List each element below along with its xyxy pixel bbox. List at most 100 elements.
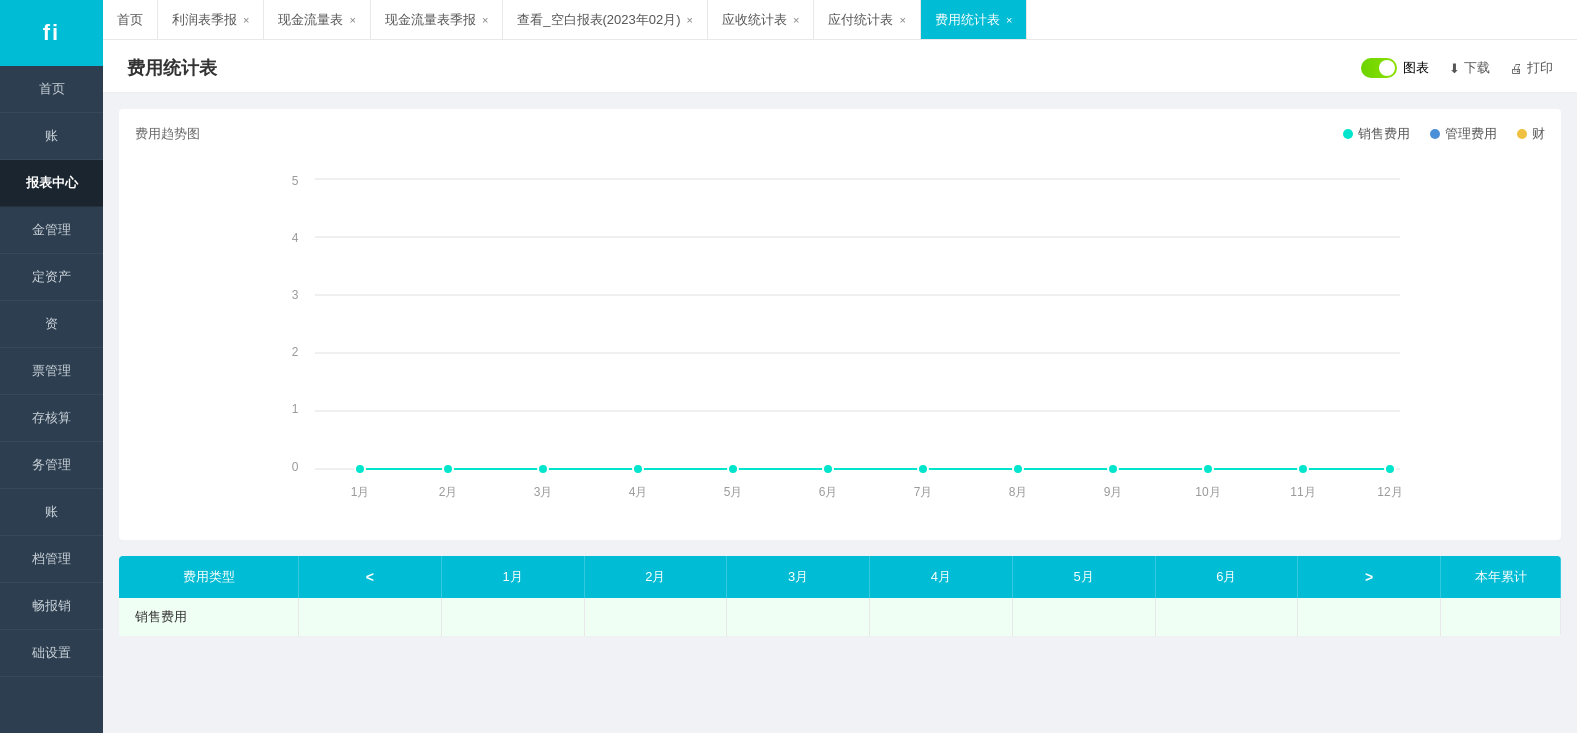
tab-cashflow-quarterly[interactable]: 现金流量表季报 × (371, 0, 503, 40)
col-header-month-6: 6月 (1156, 556, 1299, 598)
print-icon: 🖨 (1510, 61, 1523, 76)
col-header-next-nav[interactable]: > (1298, 556, 1441, 598)
sidebar-item-receivable[interactable]: 账 (0, 489, 103, 536)
row-month-6-value (1156, 598, 1299, 636)
download-button[interactable]: ⬇ 下载 (1449, 59, 1490, 77)
tab-cashflow[interactable]: 现金流量表 × (264, 0, 370, 40)
print-label: 打印 (1527, 59, 1553, 77)
sidebar-item-inventory[interactable]: 存核算 (0, 395, 103, 442)
page-title: 费用统计表 (127, 56, 217, 80)
svg-text:1: 1 (292, 402, 299, 416)
sidebar-item-home[interactable]: 首页 (0, 66, 103, 113)
header-actions: 图表 ⬇ 下载 🖨 打印 (1361, 58, 1553, 78)
legend-label-finance: 财 (1532, 125, 1545, 143)
close-tab-cashflow[interactable]: × (349, 14, 355, 26)
sidebar-item-archive-management[interactable]: 档管理 (0, 536, 103, 583)
svg-point-33 (1203, 464, 1213, 474)
col-header-month-5: 5月 (1013, 556, 1156, 598)
svg-point-26 (538, 464, 548, 474)
sidebar: fi 首页 账 报表中心 金管理 定资产 资 票管理 存核算 务管理 账 档管理… (0, 0, 103, 733)
svg-point-30 (918, 464, 928, 474)
sidebar-item-base-settings[interactable]: 础设置 (0, 630, 103, 677)
svg-text:3: 3 (292, 288, 299, 302)
svg-point-25 (443, 464, 453, 474)
tab-home[interactable]: 首页 (103, 0, 158, 40)
download-label: 下载 (1464, 59, 1490, 77)
next-month-button[interactable]: > (1365, 569, 1373, 585)
sidebar-item-invoice-management[interactable]: 票管理 (0, 348, 103, 395)
download-icon: ⬇ (1449, 61, 1460, 76)
row-type-label: 销售费用 (119, 598, 299, 636)
print-button[interactable]: 🖨 打印 (1510, 59, 1553, 77)
tab-bar: 首页 利润表季报 × 现金流量表 × 现金流量表季报 × 查看_空白报表(202… (103, 0, 1577, 40)
svg-text:10月: 10月 (1195, 485, 1220, 499)
col-header-month-1: 1月 (442, 556, 585, 598)
svg-point-35 (1385, 464, 1395, 474)
col-header-prev-nav[interactable]: < (299, 556, 442, 598)
tab-payable-stats[interactable]: 应付统计表 × (814, 0, 920, 40)
chart-title: 费用趋势图 (135, 125, 200, 143)
chart-toggle-label: 图表 (1403, 59, 1429, 77)
legend-dot-admin (1430, 129, 1440, 139)
svg-point-27 (633, 464, 643, 474)
close-tab-cashflow-quarterly[interactable]: × (482, 14, 488, 26)
chart-header: 费用趋势图 销售费用 管理费用 财 (135, 125, 1545, 143)
svg-text:8月: 8月 (1009, 485, 1028, 499)
close-tab-receivable-stats[interactable]: × (793, 14, 799, 26)
legend-dot-sales (1343, 129, 1353, 139)
sidebar-item-service-management[interactable]: 务管理 (0, 442, 103, 489)
tab-expense-stats[interactable]: 费用统计表 × (921, 0, 1027, 40)
col-header-month-3: 3月 (727, 556, 870, 598)
svg-text:3月: 3月 (534, 485, 553, 499)
svg-point-29 (823, 464, 833, 474)
col-header-month-2: 2月 (585, 556, 728, 598)
app-logo: fi (0, 0, 103, 66)
close-tab-profit-quarterly[interactable]: × (243, 14, 249, 26)
close-tab-payable-stats[interactable]: × (899, 14, 905, 26)
tab-receivable-stats[interactable]: 应收统计表 × (708, 0, 814, 40)
sidebar-item-fixed-assets[interactable]: 定资产 (0, 254, 103, 301)
legend-sales-expense: 销售费用 (1343, 125, 1410, 143)
row-month-2-value (585, 598, 728, 636)
svg-text:5月: 5月 (724, 485, 743, 499)
close-tab-expense-stats[interactable]: × (1006, 14, 1012, 26)
chart-svg-wrapper: 0 1 2 3 4 5 1月 2月 3月 (135, 151, 1545, 524)
legend-label-admin: 管理费用 (1445, 125, 1497, 143)
svg-text:11月: 11月 (1290, 485, 1315, 499)
svg-text:2月: 2月 (439, 485, 458, 499)
svg-text:6月: 6月 (819, 485, 838, 499)
close-tab-blank-report[interactable]: × (687, 14, 693, 26)
table-row: 销售费用 (119, 598, 1561, 637)
svg-text:0: 0 (292, 460, 299, 474)
row-nav-next-spacer (1298, 598, 1441, 636)
sidebar-item-fund-management[interactable]: 金管理 (0, 207, 103, 254)
expense-table: 费用类型 < 1月 2月 3月 4月 5月 (119, 556, 1561, 637)
chart-toggle[interactable] (1361, 58, 1397, 78)
svg-text:1月: 1月 (351, 485, 370, 499)
svg-text:5: 5 (292, 174, 299, 188)
tab-blank-report[interactable]: 查看_空白报表(2023年02月) × (503, 0, 708, 40)
sidebar-item-account[interactable]: 账 (0, 113, 103, 160)
sidebar-item-report-center[interactable]: 报表中心 (0, 160, 103, 207)
tab-profit-quarterly[interactable]: 利润表季报 × (158, 0, 264, 40)
col-header-year-total: 本年累计 (1441, 556, 1561, 598)
col-header-type: 费用类型 (119, 556, 299, 598)
legend-label-sales: 销售费用 (1358, 125, 1410, 143)
row-month-1-value (442, 598, 585, 636)
chart-svg: 0 1 2 3 4 5 1月 2月 3月 (135, 151, 1545, 521)
svg-point-34 (1298, 464, 1308, 474)
chart-container: 费用趋势图 销售费用 管理费用 财 (119, 109, 1561, 540)
col-header-month-4: 4月 (870, 556, 1013, 598)
main-area: 首页 利润表季报 × 现金流量表 × 现金流量表季报 × 查看_空白报表(202… (103, 0, 1577, 733)
legend-finance-expense: 财 (1517, 125, 1545, 143)
chart-toggle-wrapper: 图表 (1361, 58, 1429, 78)
page-header: 费用统计表 图表 ⬇ 下载 🖨 打印 (103, 40, 1577, 93)
svg-point-24 (355, 464, 365, 474)
svg-point-31 (1013, 464, 1023, 474)
svg-text:2: 2 (292, 345, 299, 359)
row-month-4-value (870, 598, 1013, 636)
sidebar-item-investment[interactable]: 资 (0, 301, 103, 348)
prev-month-button[interactable]: < (366, 569, 374, 585)
svg-text:12月: 12月 (1377, 485, 1402, 499)
sidebar-item-expense-reimbursement[interactable]: 畅报销 (0, 583, 103, 630)
